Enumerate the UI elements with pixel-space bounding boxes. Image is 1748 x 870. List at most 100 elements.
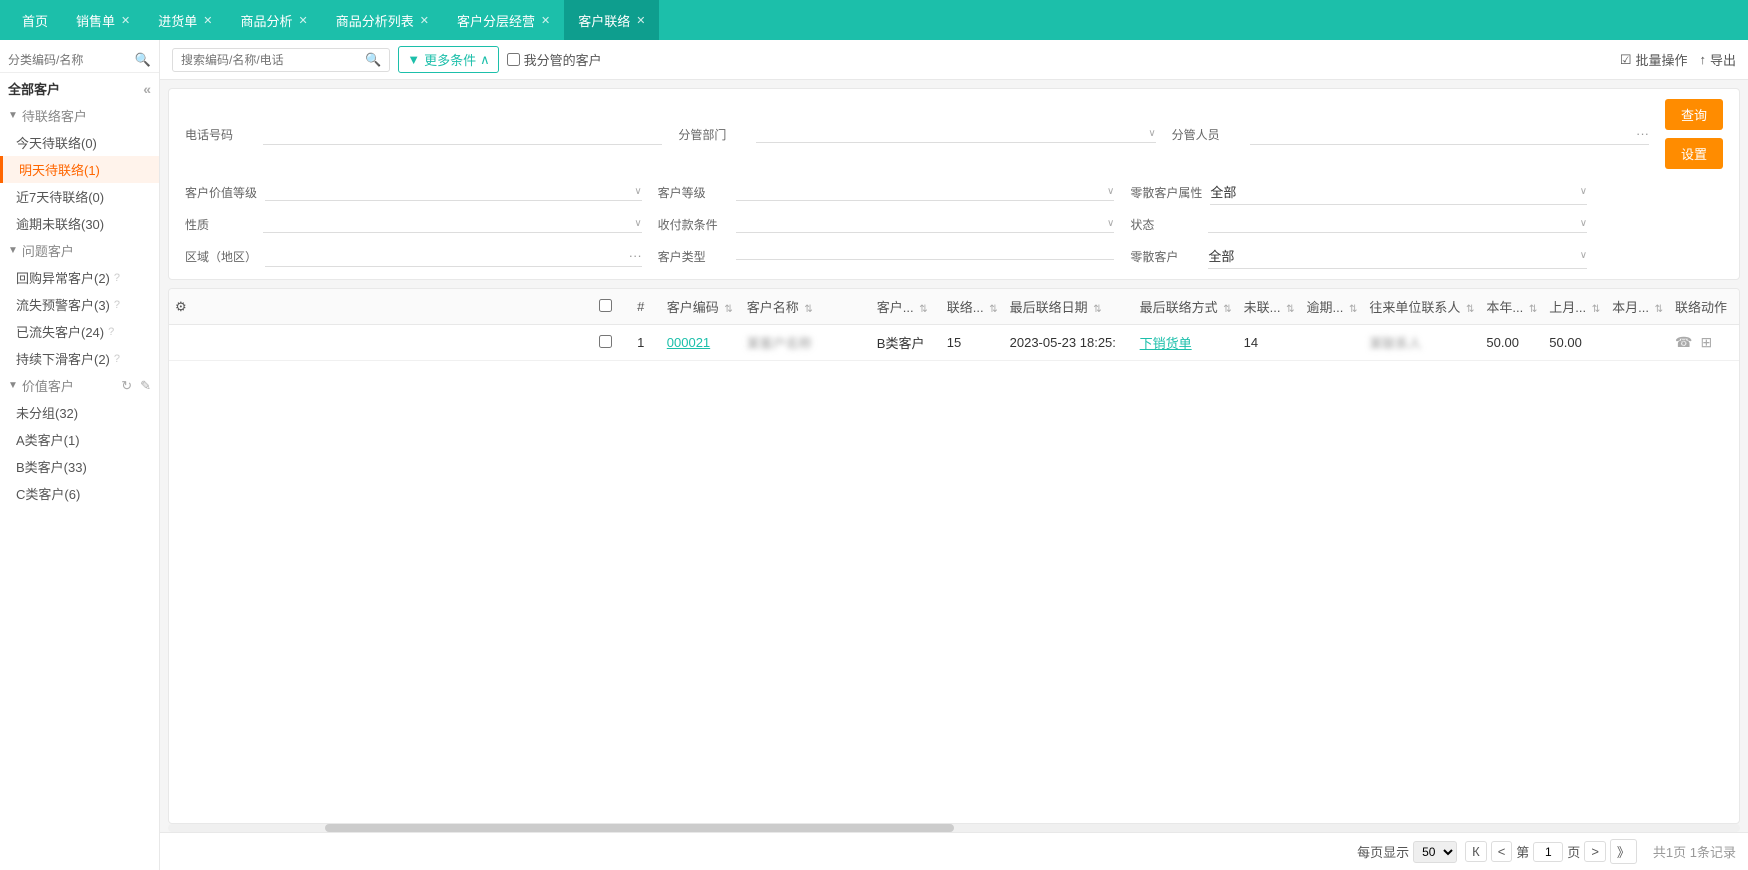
export-button[interactable]: ↑ 导出 [1699, 50, 1736, 69]
next-page-button[interactable]: > [1584, 841, 1606, 862]
search-input[interactable] [181, 53, 361, 67]
nav-customer-tier[interactable]: 客户分层经营 ✕ [443, 0, 564, 40]
gender-field: 性质 ∨ [185, 215, 642, 233]
sidebar-search-icon[interactable]: 🔍 [135, 52, 151, 68]
horizontal-scrollbar[interactable] [168, 824, 1740, 832]
table-header-row: ⚙ # 客户编码 ⇅ 客户名称 ⇅ [169, 289, 1739, 325]
sidebar-item-repeated-abnormal[interactable]: 回购异常客户(2) ? [0, 264, 159, 291]
action-icons: ☎ ⊞ [1675, 334, 1733, 351]
filter-row-1: 电话号码 分管部门 ∨ 分管人员 ··· 查询 [185, 99, 1723, 169]
top-nav: 首页 销售单 ✕ 进货单 ✕ 商品分析 ✕ 商品分析列表 ✕ 客户分层经营 ✕ … [0, 0, 1748, 40]
sidebar-search-input[interactable] [8, 53, 131, 67]
sidebar-item-7days[interactable]: 近7天待联络(0) [0, 183, 159, 210]
branch-dept-select[interactable]: ∨ [756, 125, 1155, 143]
more-filter-button[interactable]: ▼ 更多条件 ∧ [398, 46, 498, 73]
level-chevron-icon: ∨ [1107, 186, 1114, 197]
not-contact-sort-icon[interactable]: ⇅ [1286, 304, 1294, 315]
nav-home[interactable]: 首页 [8, 0, 62, 40]
gear-icon[interactable]: ⚙ [175, 299, 187, 314]
phone-input[interactable] [263, 124, 662, 145]
more-action-icon[interactable]: ⊞ [1700, 334, 1712, 351]
contact-sort-icon[interactable]: ⇅ [989, 304, 997, 315]
last-method-sort-icon[interactable]: ⇅ [1223, 304, 1231, 315]
close-customer-tier-icon[interactable]: ✕ [541, 14, 550, 27]
contact-action-icon[interactable]: ☎ [1675, 334, 1692, 351]
help-icon-repeated[interactable]: ? [114, 272, 120, 284]
sidebar-item-overdue[interactable]: 逾期未联络(30) [0, 210, 159, 237]
my-customers-checkbox[interactable]: 我分管的客户 [507, 50, 602, 69]
branch-person-select[interactable]: ··· [1250, 123, 1649, 145]
prev-page-button[interactable]: < [1491, 841, 1513, 862]
close-customer-contact-icon[interactable]: ✕ [636, 14, 645, 27]
year-sort-icon[interactable]: ⇅ [1529, 304, 1537, 315]
close-product-analysis-list-icon[interactable]: ✕ [420, 14, 429, 27]
code-sort-icon[interactable]: ⇅ [724, 304, 732, 315]
close-product-analysis-icon[interactable]: ✕ [299, 14, 308, 27]
query-button[interactable]: 查询 [1665, 99, 1723, 130]
scrollbar-thumb[interactable] [325, 824, 954, 832]
row-last-method[interactable]: 下销货单 [1134, 325, 1238, 361]
nav-customer-contact[interactable]: 客户联络 ✕ [564, 0, 659, 40]
edit-icon[interactable]: ✎ [140, 378, 151, 394]
close-sales-icon[interactable]: ✕ [121, 14, 130, 27]
status-select[interactable]: ∨ [1208, 215, 1587, 233]
branch-dept-label: 分管部门 [678, 126, 748, 143]
nav-purchase[interactable]: 进货单 ✕ [144, 0, 226, 40]
sidebar-item-lost-risk[interactable]: 流失预警客户(3) ? [0, 291, 159, 318]
sidebar-item-continuous-decline[interactable]: 持续下滑客户(2) ? [0, 345, 159, 372]
row-code[interactable]: 000021 [661, 325, 741, 361]
problem-customers-group: 问题客户 [0, 237, 159, 264]
retail-attr-label: 零散客户属性 [1130, 184, 1202, 201]
col-gear[interactable]: ⚙ [169, 289, 591, 325]
nav-sales[interactable]: 销售单 ✕ [62, 0, 144, 40]
customer-level-field: 客户等级 ∨ [658, 183, 1115, 201]
last-date-sort-icon[interactable]: ⇅ [1093, 304, 1101, 315]
this-month-sort-icon[interactable]: ⇅ [1655, 304, 1663, 315]
payment-terms-select[interactable]: ∨ [736, 215, 1115, 233]
sidebar-item-class-a[interactable]: A类客户(1) [0, 426, 159, 453]
page-number-input[interactable] [1533, 842, 1563, 862]
retail-customer-select[interactable]: 全部 ∨ [1208, 243, 1587, 269]
customer-value-level-select[interactable]: ∨ [265, 183, 642, 201]
type-sort-icon[interactable]: ⇅ [919, 304, 927, 315]
my-customers-checkbox-input[interactable] [507, 53, 520, 66]
customer-type-select[interactable] [736, 253, 1115, 260]
checkbox-icon: ☑ [1620, 52, 1632, 68]
help-icon-lost[interactable]: ? [108, 326, 114, 338]
retail-attr-select[interactable]: 全部 ∨ [1210, 179, 1587, 205]
help-icon-lost-risk[interactable]: ? [114, 299, 120, 311]
select-all-checkbox[interactable] [599, 299, 612, 312]
col-action: 联络动作 [1669, 289, 1739, 325]
name-sort-icon[interactable]: ⇅ [804, 304, 812, 315]
customer-level-select[interactable]: ∨ [736, 183, 1115, 201]
search-icon[interactable]: 🔍 [365, 52, 381, 68]
last-page-button[interactable]: 》 [1610, 839, 1637, 864]
close-purchase-icon[interactable]: ✕ [203, 14, 212, 27]
refresh-icon[interactable]: ↻ [121, 378, 132, 394]
last-month-sort-icon[interactable]: ⇅ [1592, 304, 1600, 315]
nav-product-analysis-list[interactable]: 商品分析列表 ✕ [322, 0, 443, 40]
sidebar-item-lost[interactable]: 已流失客户(24) ? [0, 318, 159, 345]
row-checkbox[interactable] [599, 335, 612, 348]
region-select[interactable]: ··· [265, 245, 642, 267]
sidebar-collapse-icon[interactable]: « [143, 81, 151, 97]
customer-table: ⚙ # 客户编码 ⇅ 客户名称 ⇅ [169, 289, 1739, 361]
gender-select[interactable]: ∨ [263, 215, 642, 233]
sidebar-item-unclassified[interactable]: 未分组(32) [0, 399, 159, 426]
row-seq: 1 [621, 325, 661, 361]
batch-operation-button[interactable]: ☑ 批量操作 [1620, 50, 1688, 69]
first-page-button[interactable]: К [1465, 841, 1487, 862]
row-name[interactable]: 某客户名称 [741, 325, 871, 361]
nav-product-analysis[interactable]: 商品分析 ✕ [226, 0, 321, 40]
sidebar-item-class-b[interactable]: B类客户(33) [0, 453, 159, 480]
overdue-sort-icon[interactable]: ⇅ [1349, 304, 1357, 315]
col-overdue: 逾期... ⇅ [1301, 289, 1364, 325]
help-icon-continuous[interactable]: ? [114, 353, 120, 365]
reset-button[interactable]: 设置 [1665, 138, 1723, 169]
branch-person-label: 分管人员 [1172, 126, 1242, 143]
person-sort-icon[interactable]: ⇅ [1466, 304, 1474, 315]
sidebar-item-class-c[interactable]: C类客户(6) [0, 480, 159, 507]
sidebar-item-tomorrow[interactable]: 明天待联络(1) [0, 156, 159, 183]
sidebar-item-today[interactable]: 今天待联络(0) [0, 129, 159, 156]
page-size-dropdown[interactable]: 50 [1413, 841, 1457, 863]
